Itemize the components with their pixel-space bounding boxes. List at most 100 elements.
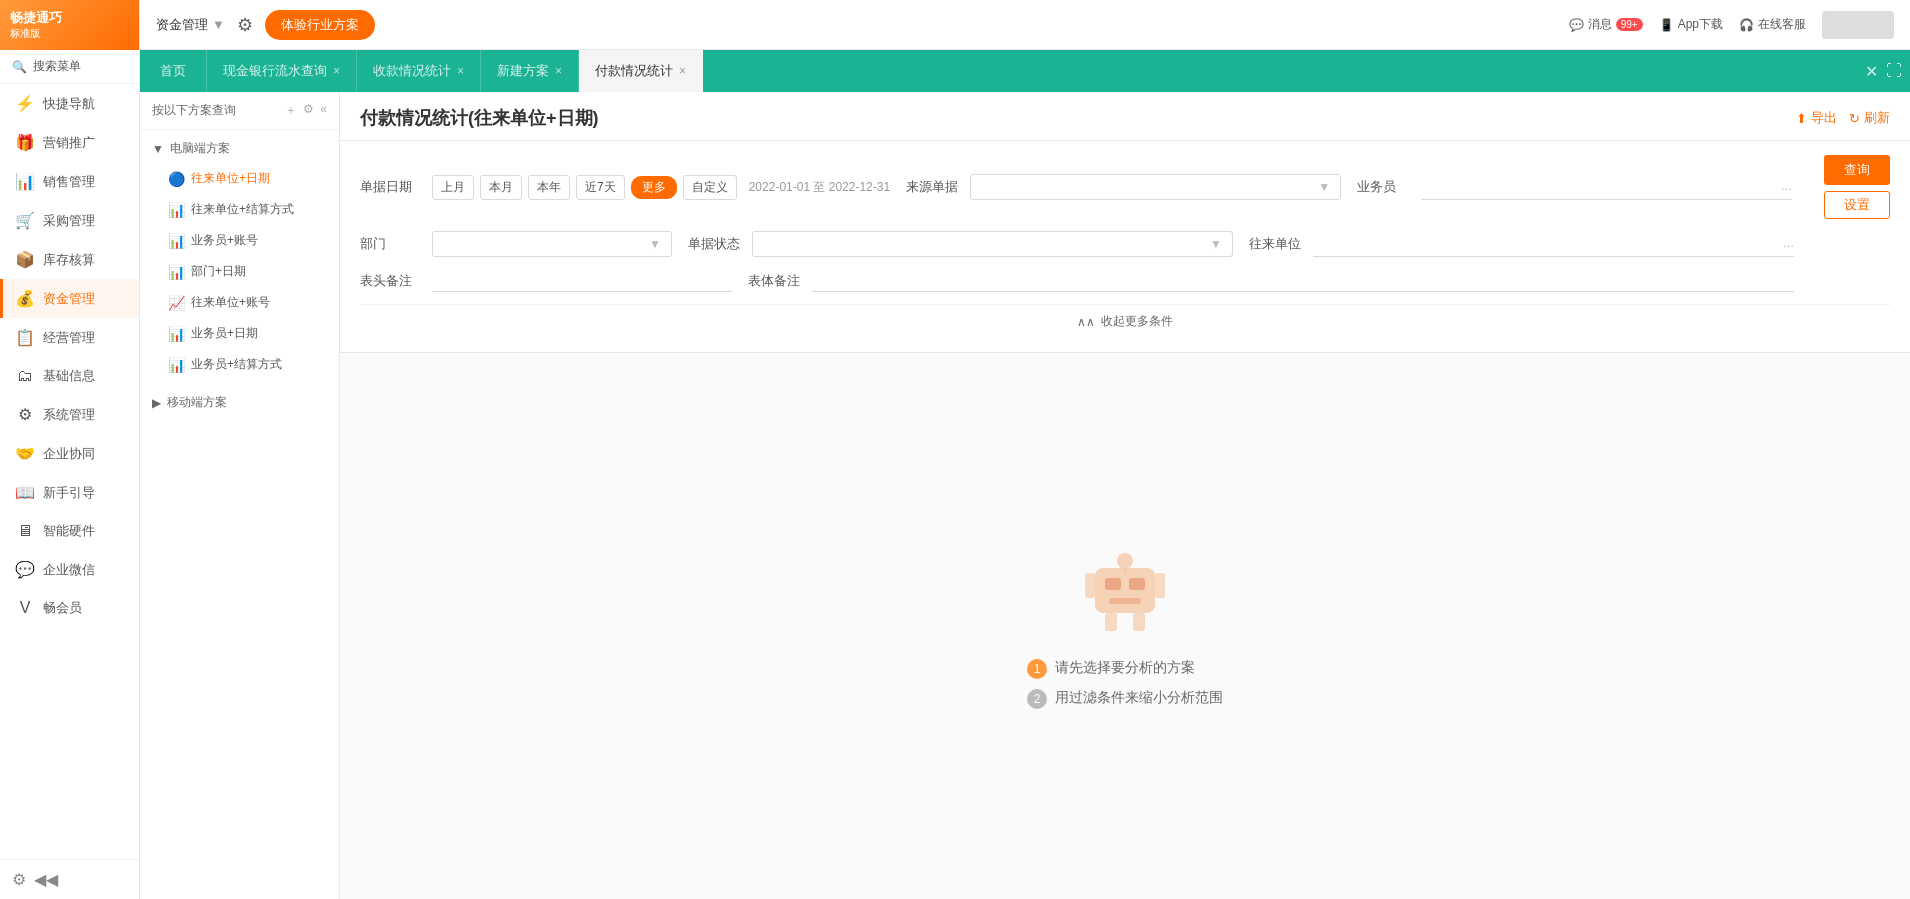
refresh-label: 刷新 xyxy=(1864,109,1890,127)
sidebar-label: 营销推广 xyxy=(43,134,95,152)
scheme-label: 业务员+日期 xyxy=(191,325,258,342)
scheme-staff-date[interactable]: 📊 业务员+日期 xyxy=(140,318,339,349)
window-close-btn[interactable]: ✕ xyxy=(1865,62,1878,81)
app-icon: 📱 xyxy=(1659,18,1674,32)
counterpart-group: 往来单位 ... xyxy=(1249,232,1794,257)
mobile-group: ▶ 移动端方案 xyxy=(140,384,339,421)
mobile-group-header[interactable]: ▶ 移动端方案 xyxy=(140,388,339,417)
tab-new-scheme[interactable]: 新建方案 × xyxy=(481,50,579,92)
scheme-unit-date[interactable]: 🔵 往来单位+日期 xyxy=(140,163,339,194)
staff-input[interactable] xyxy=(1421,175,1781,197)
sidebar-item-member[interactable]: V 畅会员 xyxy=(0,589,139,627)
voucher-status-select[interactable]: ▼ xyxy=(752,231,1233,257)
tip-text-2: 用过滤条件来缩小分析范围 xyxy=(1055,689,1223,707)
scheme-unit-account[interactable]: 📈 往来单位+账号 xyxy=(140,287,339,318)
dept-select[interactable]: ▼ xyxy=(432,231,672,257)
collapse-panel-icon[interactable]: « xyxy=(320,102,327,119)
svg-rect-0 xyxy=(1095,568,1155,613)
dept-arrow-icon: ▼ xyxy=(649,237,661,251)
sidebar-item-sales[interactable]: 📊 销售管理 xyxy=(0,162,139,201)
operations-icon: 📋 xyxy=(15,328,35,347)
breadcrumb: 资金管理 ▼ xyxy=(156,16,225,34)
date-btn-last-month[interactable]: 上月 xyxy=(432,175,474,200)
sidebar-item-finance[interactable]: 💰 资金管理 xyxy=(0,279,139,318)
tab-payment-stats[interactable]: 付款情况统计 × xyxy=(579,50,703,92)
export-btn[interactable]: ⬆ 导出 xyxy=(1796,109,1837,127)
tab-home[interactable]: 首页 xyxy=(140,50,207,92)
sidebar-bottom: ⚙ ◀◀ xyxy=(0,859,139,899)
topbar-gear-icon[interactable]: ⚙ xyxy=(237,14,253,36)
date-btn-7days[interactable]: 近7天 xyxy=(576,175,625,200)
sidebar-item-basic-info[interactable]: 🗂 基础信息 xyxy=(0,357,139,395)
collapse-filter-btn[interactable]: ∧∧ 收起更多条件 xyxy=(360,304,1890,338)
date-btn-this-month[interactable]: 本月 xyxy=(480,175,522,200)
sidebar-item-marketing[interactable]: 🎁 营销推广 xyxy=(0,123,139,162)
sidebar-item-guide[interactable]: 📖 新手引导 xyxy=(0,473,139,512)
app-download-action[interactable]: 📱 App下载 xyxy=(1659,16,1723,33)
scheme-staff-account[interactable]: 📊 业务员+账号 xyxy=(140,225,339,256)
topbar: 资金管理 ▼ ⚙ 体验行业方案 💬 消息 99+ 📱 App下载 🎧 在线客服 xyxy=(140,0,1910,50)
system-icon: ⚙ xyxy=(15,405,35,424)
trial-btn[interactable]: 体验行业方案 xyxy=(265,10,375,40)
add-scheme-icon[interactable]: ＋ xyxy=(285,102,297,119)
scheme-icon-6: 📊 xyxy=(168,357,185,373)
query-btn[interactable]: 查询 xyxy=(1824,155,1890,185)
scheme-staff-settle[interactable]: 📊 业务员+结算方式 xyxy=(140,349,339,380)
messages-label: 消息 xyxy=(1588,16,1612,33)
scheme-icon-active: 🔵 xyxy=(168,171,185,187)
data-area: 1 请先选择要分析的方案 2 用过滤条件来缩小分析范围 xyxy=(340,353,1910,899)
setting-btn[interactable]: 设置 xyxy=(1824,191,1890,219)
tab-receipts-stats[interactable]: 收款情况统计 × xyxy=(357,50,481,92)
tab-receipts-stats-close[interactable]: × xyxy=(457,64,464,78)
header-note-field xyxy=(432,269,732,292)
sidebar-item-inventory[interactable]: 📦 库存核算 xyxy=(0,240,139,279)
sidebar-item-purchase[interactable]: 🛒 采购管理 xyxy=(0,201,139,240)
online-support-action[interactable]: 🎧 在线客服 xyxy=(1739,16,1806,33)
sidebar-item-wechat[interactable]: 💬 企业微信 xyxy=(0,550,139,589)
tab-bank-flow-close[interactable]: × xyxy=(333,64,340,78)
collab-icon: 🤝 xyxy=(15,444,35,463)
date-btn-this-year[interactable]: 本年 xyxy=(528,175,570,200)
source-select[interactable]: ▼ xyxy=(970,174,1341,200)
sidebar-item-collab[interactable]: 🤝 企业协同 xyxy=(0,434,139,473)
staff-dots[interactable]: ... xyxy=(1781,178,1792,193)
scheme-label: 业务员+结算方式 xyxy=(191,356,282,373)
source-doc-group: 来源单据 ▼ xyxy=(906,174,1341,200)
member-icon: V xyxy=(15,599,35,617)
body-note-input[interactable] xyxy=(812,269,1794,292)
sidebar-item-system[interactable]: ⚙ 系统管理 xyxy=(0,395,139,434)
tab-new-scheme-close[interactable]: × xyxy=(555,64,562,78)
date-btn-custom[interactable]: 自定义 xyxy=(683,175,737,200)
scheme-unit-settle[interactable]: 📊 往来单位+结算方式 xyxy=(140,194,339,225)
staff-group: 业务员 ... xyxy=(1357,175,1792,200)
counterpart-input[interactable] xyxy=(1313,232,1783,254)
settings-scheme-icon[interactable]: ⚙ xyxy=(303,102,314,119)
desktop-group-header[interactable]: ▼ 电脑端方案 xyxy=(140,134,339,163)
body-note-field xyxy=(812,269,1794,292)
body-note-label: 表体备注 xyxy=(748,272,804,290)
search-icon: 🔍 xyxy=(12,60,27,74)
refresh-btn[interactable]: ↻ 刷新 xyxy=(1849,109,1890,127)
user-avatar[interactable] xyxy=(1822,11,1894,39)
sidebar-item-operations[interactable]: 📋 经营管理 xyxy=(0,318,139,357)
main-content: 资金管理 ▼ ⚙ 体验行业方案 💬 消息 99+ 📱 App下载 🎧 在线客服 xyxy=(140,0,1910,899)
tab-payment-stats-close[interactable]: × xyxy=(679,64,686,78)
tab-bank-flow[interactable]: 现金银行流水查询 × xyxy=(207,50,357,92)
staff-label: 业务员 xyxy=(1357,178,1413,196)
sidebar-label: 畅会员 xyxy=(43,599,82,617)
voucher-status-arrow-icon: ▼ xyxy=(1210,237,1222,251)
messages-action[interactable]: 💬 消息 99+ xyxy=(1569,16,1643,33)
collapse-sidebar-icon[interactable]: ◀◀ xyxy=(34,870,58,889)
counterpart-dots[interactable]: ... xyxy=(1783,235,1794,250)
header-note-input[interactable] xyxy=(432,269,732,292)
sidebar-search[interactable]: 🔍 搜索菜单 xyxy=(0,50,139,84)
date-btns: 上月 本月 本年 近7天 更多 自定义 2022-01-01 至 2022-12… xyxy=(432,175,890,200)
settings-bottom-icon[interactable]: ⚙ xyxy=(12,870,26,889)
date-btn-more[interactable]: 更多 xyxy=(631,176,677,199)
scheme-dept-date[interactable]: 📊 部门+日期 xyxy=(140,256,339,287)
window-maximize-btn[interactable]: ⛶ xyxy=(1886,62,1902,80)
sidebar-item-quick-nav[interactable]: ⚡ 快捷导航 xyxy=(0,84,139,123)
sidebar-item-hardware[interactable]: 🖥 智能硬件 xyxy=(0,512,139,550)
search-label: 搜索菜单 xyxy=(33,58,81,75)
filter-row-2: 部门 ▼ 单据状态 ▼ 往来单位 xyxy=(360,231,1890,257)
